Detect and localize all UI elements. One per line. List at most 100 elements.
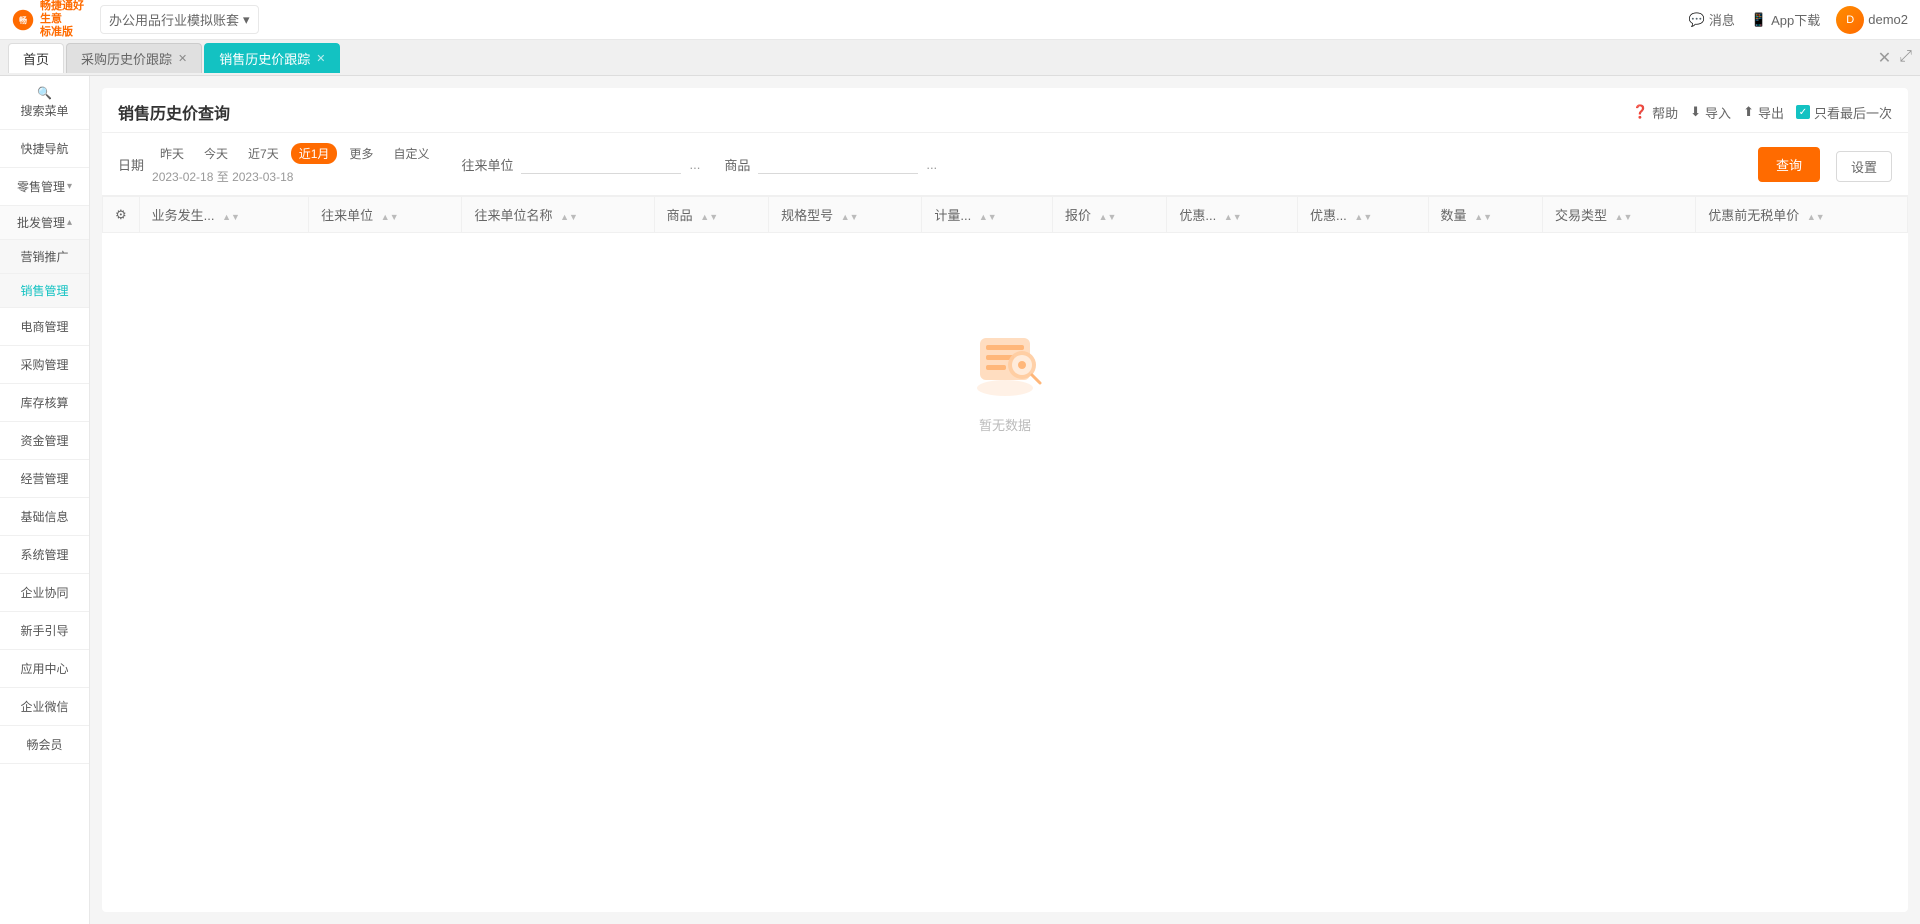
checkbox-checked-icon: ✓: [1796, 105, 1810, 119]
sort-qty-icon[interactable]: ▲▼: [1474, 212, 1492, 222]
sidebar-item-sys-mgmt[interactable]: 系统管理: [0, 536, 89, 574]
date-filter-group: 日期 昨天 今天 近7天 近1月 更多 自定义 2023-02-18 至 202…: [118, 143, 437, 185]
col-pre-tax: 优惠前无税单价 ▲▼: [1696, 197, 1908, 233]
marketing-label: 营销推广: [20, 250, 68, 264]
sidebar-item-finance-mgmt[interactable]: 资金管理: [0, 422, 89, 460]
sort-quote-icon[interactable]: ▲▼: [1099, 212, 1117, 222]
close-sales-tab-icon[interactable]: ✕: [316, 52, 325, 65]
col-quote: 报价 ▲▼: [1052, 197, 1166, 233]
query-button[interactable]: 查询: [1758, 147, 1820, 182]
page-header: 销售历史价查询 ❓ 帮助 ⬇ 导入 ⬆ 导出 ✓: [102, 88, 1908, 133]
sidebar-item-app-center[interactable]: 应用中心: [0, 650, 89, 688]
date-opt-1month[interactable]: 近1月: [291, 143, 338, 164]
app-center-label: 应用中心: [20, 660, 68, 677]
page-title: 销售历史价查询: [118, 100, 230, 124]
sort-partner-name-icon[interactable]: ▲▼: [560, 212, 578, 222]
filter-buttons: 查询 设置: [1758, 147, 1892, 182]
partner-more-icon[interactable]: ...: [689, 157, 700, 172]
sidebar-item-ops-mgmt[interactable]: 经营管理: [0, 460, 89, 498]
app-selector-label: 办公用品行业模拟账套: [109, 10, 239, 29]
col-spec: 规格型号 ▲▼: [769, 197, 922, 233]
sidebar-item-wholesale-mgmt[interactable]: 批发管理 ▴: [0, 206, 89, 240]
date-opt-more[interactable]: 更多: [341, 143, 381, 164]
sort-trade-type-icon[interactable]: ▲▼: [1615, 212, 1633, 222]
sort-discount1-icon[interactable]: ▲▼: [1224, 212, 1242, 222]
sidebar-item-basic-info[interactable]: 基础信息: [0, 498, 89, 536]
sidebar-item-search-menu[interactable]: 🔍 搜索菜单: [0, 76, 89, 130]
col-partner-name: 往来单位名称 ▲▼: [462, 197, 654, 233]
sort-discount2-icon[interactable]: ▲▼: [1354, 212, 1372, 222]
sidebar-item-inventory[interactable]: 库存核算: [0, 384, 89, 422]
partner-input[interactable]: [521, 154, 681, 174]
download-action[interactable]: 📱 App下载: [1751, 10, 1820, 29]
main-layout: 🔍 搜索菜单 快捷导航 零售管理 ▾ 批发管理 ▴ 营销推广 销售管理 电商管理…: [0, 76, 1920, 924]
sidebar-item-enterprise[interactable]: 企业协同: [0, 574, 89, 612]
wholesale-mgmt-label: 批发管理: [17, 214, 65, 231]
goods-input[interactable]: [758, 154, 918, 174]
sidebar-item-marketing[interactable]: 营销推广: [0, 240, 89, 274]
date-opt-7days[interactable]: 近7天: [240, 143, 287, 164]
col-trade-type: 交易类型 ▲▼: [1542, 197, 1695, 233]
close-all-tabs-icon[interactable]: ✕: [1878, 48, 1891, 68]
only-last-checkbox[interactable]: ✓ 只看最后一次: [1796, 103, 1892, 122]
sort-biz-date-icon[interactable]: ▲▼: [222, 212, 240, 222]
tab-sales-history[interactable]: 销售历史价跟踪 ✕: [204, 43, 340, 73]
sidebar-item-sales-mgmt[interactable]: 销售管理: [0, 274, 89, 308]
sidebar-item-enterprise-wechat[interactable]: 企业微信: [0, 688, 89, 726]
col-goods: 商品 ▲▼: [654, 197, 768, 233]
tab-purchase-history[interactable]: 采购历史价跟踪 ✕: [66, 43, 202, 73]
quick-nav-label: 快捷导航: [20, 140, 68, 157]
import-action[interactable]: ⬇ 导入: [1690, 103, 1731, 122]
sort-unit-icon[interactable]: ▲▼: [979, 212, 997, 222]
col-biz-date: 业务发生... ▲▼: [139, 197, 309, 233]
help-action[interactable]: ❓ 帮助: [1632, 103, 1678, 122]
goods-label: 商品: [724, 155, 750, 174]
date-opt-custom[interactable]: 自定义: [385, 143, 437, 164]
user-action[interactable]: D demo2: [1836, 6, 1908, 34]
page-container: 销售历史价查询 ❓ 帮助 ⬇ 导入 ⬆ 导出 ✓: [102, 88, 1908, 912]
app-selector[interactable]: 办公用品行业模拟账套 ▾: [100, 5, 259, 34]
sidebar-item-purchase-mgmt[interactable]: 采购管理: [0, 346, 89, 384]
sidebar-item-member[interactable]: 畅会员: [0, 726, 89, 764]
col-qty: 数量 ▲▼: [1428, 197, 1542, 233]
table-header-row: ⚙ 业务发生... ▲▼ 往来单位 ▲▼ 往来单位名称 ▲: [103, 197, 1908, 233]
logo-text: 畅捷通好生意 标准版: [40, 0, 92, 39]
maximize-icon[interactable]: ⤢: [1899, 48, 1912, 68]
download-icon: 📱: [1751, 12, 1767, 28]
enterprise-wechat-label: 企业微信: [20, 698, 68, 715]
sidebar-item-newbie[interactable]: 新手引导: [0, 612, 89, 650]
col-unit: 计量... ▲▼: [922, 197, 1053, 233]
message-action[interactable]: 💬 消息: [1689, 10, 1735, 29]
goods-more-icon[interactable]: ...: [926, 157, 937, 172]
setting-button[interactable]: 设置: [1836, 151, 1892, 182]
sidebar-item-quick-nav[interactable]: 快捷导航: [0, 130, 89, 168]
tab-home[interactable]: 首页: [8, 43, 64, 73]
export-label: 导出: [1758, 103, 1784, 122]
top-header: 畅 畅捷通好生意 标准版 办公用品行业模拟账套 ▾ 💬 消息 📱 App下载 D…: [0, 0, 1920, 40]
inventory-label: 库存核算: [20, 394, 68, 411]
col-partner-code: 往来单位 ▲▼: [309, 197, 462, 233]
ecom-mgmt-label: 电商管理: [20, 318, 68, 335]
help-label: 帮助: [1652, 103, 1678, 122]
export-action[interactable]: ⬆ 导出: [1743, 103, 1784, 122]
sidebar-label-search-menu: 搜索菜单: [20, 102, 68, 119]
finance-mgmt-label: 资金管理: [20, 432, 68, 449]
sidebar-item-retail-mgmt[interactable]: 零售管理 ▾: [0, 168, 89, 206]
chevron-down-icon: ▾: [243, 12, 250, 28]
date-opt-today[interactable]: 今天: [196, 143, 236, 164]
sidebar-item-ecom-mgmt[interactable]: 电商管理: [0, 308, 89, 346]
sort-goods-icon[interactable]: ▲▼: [700, 212, 718, 222]
col-discount2: 优惠... ▲▼: [1297, 197, 1428, 233]
sort-partner-code-icon[interactable]: ▲▼: [381, 212, 399, 222]
svg-text:畅: 畅: [19, 15, 27, 25]
col-settings[interactable]: ⚙: [103, 197, 140, 233]
avatar: D: [1836, 6, 1864, 34]
sort-spec-icon[interactable]: ▲▼: [841, 212, 859, 222]
data-table: ⚙ 业务发生... ▲▼ 往来单位 ▲▼ 往来单位名称 ▲: [102, 196, 1908, 233]
member-label: 畅会员: [26, 736, 62, 753]
date-opt-yesterday[interactable]: 昨天: [152, 143, 192, 164]
retail-mgmt-label: 零售管理: [17, 178, 65, 195]
tab-home-label: 首页: [23, 49, 49, 68]
sort-pre-tax-icon[interactable]: ▲▼: [1807, 212, 1825, 222]
close-purchase-tab-icon[interactable]: ✕: [178, 52, 187, 65]
